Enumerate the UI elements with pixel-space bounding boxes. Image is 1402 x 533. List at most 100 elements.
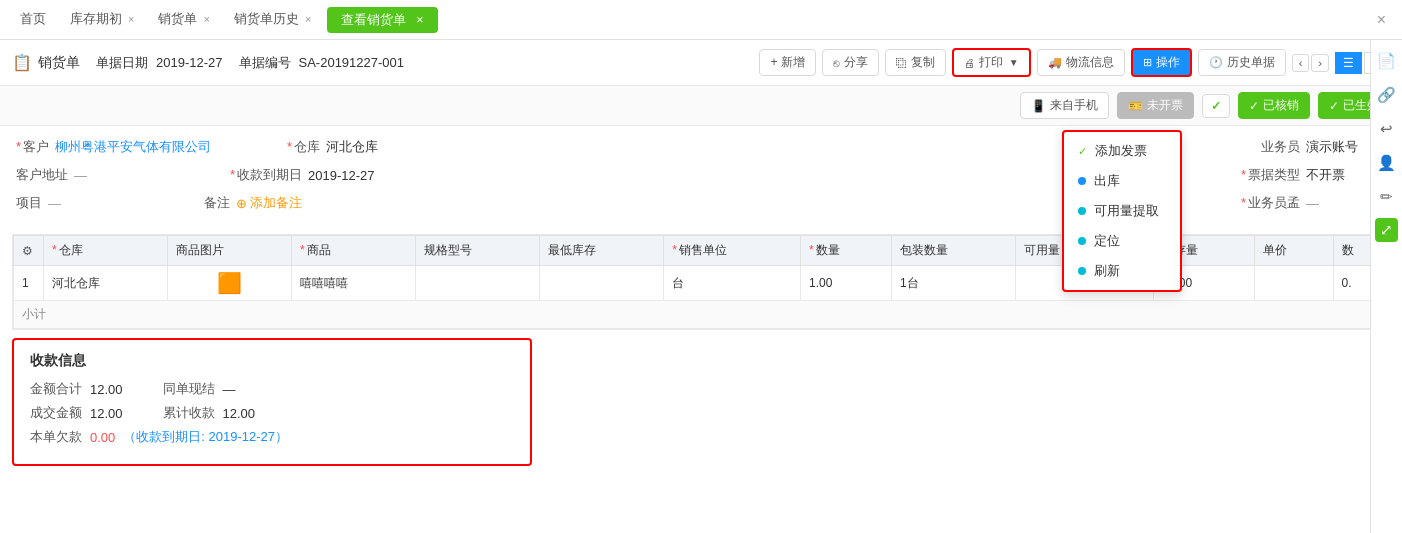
transaction-label: 成交金额	[30, 404, 82, 422]
sidebar-user-icon[interactable]: 👤	[1373, 150, 1400, 176]
share-button[interactable]: ⎋ 分享	[822, 49, 879, 76]
tab-inventory-close[interactable]: ×	[128, 13, 134, 25]
print-label: 打印	[979, 54, 1003, 71]
sidebar-return-icon[interactable]: ↩	[1376, 116, 1397, 142]
check-icon: ✓	[1211, 99, 1221, 113]
history-button[interactable]: 🕐 历史单据	[1198, 49, 1286, 76]
list-view-btn[interactable]: ☰	[1335, 52, 1362, 74]
window-close-button[interactable]: ×	[1369, 11, 1394, 29]
copy-icon: ⿻	[896, 57, 907, 69]
col-sales-unit: 销售单位	[664, 236, 801, 266]
action-bar: 📱 来自手机 🎫 未开票 ✓ ✓ 已核销 ✓ 已生效	[0, 86, 1402, 126]
view-sales-order-close[interactable]: ×	[416, 12, 424, 27]
available-qty-icon	[1078, 207, 1086, 215]
add-invoice-icon: ✓	[1078, 145, 1087, 158]
doc-date-meta: 单据日期 2019-12-27	[96, 54, 223, 72]
row-min-stock	[540, 266, 664, 301]
tab-history-close[interactable]: ×	[305, 13, 311, 25]
add-invoice-item[interactable]: ✓ 添加发票	[1064, 136, 1180, 166]
add-note-icon: ⊕	[236, 196, 247, 211]
verified-btn[interactable]: ✓ 已核销	[1238, 92, 1310, 119]
row-no: 1	[14, 266, 44, 301]
payment-row-3: 本单欠款 0.00 （收款到期日: 2019-12-27）	[30, 428, 514, 446]
add-label: + 新增	[770, 54, 804, 71]
transaction-value: 12.00	[90, 406, 123, 421]
total-value: 12.00	[90, 382, 123, 397]
add-invoice-label: 添加发票	[1095, 142, 1147, 160]
from-mobile-label: 来自手机	[1050, 97, 1098, 114]
add-button[interactable]: + 新增	[759, 49, 815, 76]
available-qty-item[interactable]: 可用量提取	[1064, 196, 1180, 226]
effective-icon: ✓	[1329, 99, 1339, 113]
available-qty-label: 可用量提取	[1094, 202, 1159, 220]
project-value: —	[48, 196, 128, 211]
copy-button[interactable]: ⿻ 复制	[885, 49, 946, 76]
sidebar-doc-icon[interactable]: 📄	[1373, 48, 1400, 74]
locate-item[interactable]: 定位	[1064, 226, 1180, 256]
copy-label: 复制	[911, 54, 935, 71]
warehouse-value: 河北仓库	[326, 138, 406, 156]
logistics-button[interactable]: 🚚 物流信息	[1037, 49, 1125, 76]
view-sales-order-tab[interactable]: 查看销货单 ×	[327, 7, 437, 33]
biz-staff-label: 业务员孟	[1241, 194, 1300, 212]
col-pack-qty: 包装数量	[892, 236, 1016, 266]
print-button[interactable]: 🖨 打印 ▼	[952, 48, 1031, 77]
doc-no-value: SA-20191227-001	[299, 55, 405, 70]
product-table: ⚙ 仓库 商品图片 商品 规格型号 最低库存 销售单位 数量 包装数量 可用量 …	[13, 235, 1389, 329]
next-arrow[interactable]: ›	[1311, 54, 1329, 72]
col-min-stock: 最低库存	[540, 236, 664, 266]
from-mobile-btn[interactable]: 📱 来自手机	[1020, 92, 1109, 119]
ticket-icon: 🎫	[1128, 99, 1143, 113]
prev-arrow[interactable]: ‹	[1292, 54, 1310, 72]
payment-row-2: 成交金额 12.00 累计收款 12.00	[30, 404, 514, 422]
locate-label: 定位	[1094, 232, 1120, 250]
doc-header: 📋 销货单 单据日期 2019-12-27 单据编号 SA-20191227-0…	[0, 40, 1402, 86]
locate-icon	[1078, 237, 1086, 245]
table-row: 1 河北仓库 🟧 嘻嘻嘻嘻 台 1.00 1台 12.00 0.	[14, 266, 1389, 301]
view-sales-order-label: 查看销货单	[341, 12, 406, 27]
refresh-item[interactable]: 刷新	[1064, 256, 1180, 286]
product-image-icon: 🟧	[217, 272, 242, 294]
tab-home[interactable]: 首页	[8, 0, 58, 40]
mobile-icon: 📱	[1031, 99, 1046, 113]
doc-date-label: 单据日期	[96, 54, 148, 72]
row-quantity: 1.00	[801, 266, 892, 301]
tab-sales-close[interactable]: ×	[203, 13, 209, 25]
tab-sales-history[interactable]: 销货单历史 ×	[222, 0, 323, 40]
subtotal-row: 小计	[14, 301, 1389, 329]
customer-value[interactable]: 柳州粤港平安气体有限公司	[55, 138, 211, 156]
total-label: 金额合计	[30, 380, 82, 398]
project-label: 项目	[16, 194, 42, 212]
print-dropdown-icon: ▼	[1009, 57, 1019, 68]
row-sales-unit: 台	[664, 266, 801, 301]
row-image: 🟧	[168, 266, 292, 301]
biz-staff-field: 业务员孟 —	[1241, 194, 1386, 212]
settings-icon[interactable]: ⚙	[22, 244, 33, 258]
tab-inventory-init[interactable]: 库存期初 ×	[58, 0, 146, 40]
check-icon-btn[interactable]: ✓	[1202, 94, 1230, 118]
sidebar-edit-icon[interactable]: ✏	[1376, 184, 1397, 210]
project-field: 项目 —	[16, 194, 128, 212]
not-opened-btn[interactable]: 🎫 未开票	[1117, 92, 1194, 119]
doc-title-area: 📋 销货单	[12, 53, 80, 72]
cumulative-value: 12.00	[223, 406, 256, 421]
ship-out-item[interactable]: 出库	[1064, 166, 1180, 196]
tab-inventory-label: 库存期初	[70, 10, 122, 28]
row-product: 嘻嘻嘻嘻	[292, 266, 416, 301]
tab-sales-order[interactable]: 销货单 ×	[146, 0, 221, 40]
warehouse-field: 仓库 河北仓库	[287, 138, 406, 156]
operations-button[interactable]: ⊞ 操作	[1131, 48, 1192, 77]
address-value: —	[74, 168, 154, 183]
main-content: 📋 销货单 单据日期 2019-12-27 单据编号 SA-20191227-0…	[0, 40, 1402, 533]
sidebar-link-icon[interactable]: 🔗	[1373, 82, 1400, 108]
row-pack-qty: 1台	[892, 266, 1016, 301]
add-note-button[interactable]: ⊕ 添加备注	[236, 194, 302, 212]
verified-label: 已核销	[1263, 97, 1299, 114]
history-label: 历史单据	[1227, 54, 1275, 71]
row-spec	[416, 266, 540, 301]
note-label: 备注	[204, 194, 230, 212]
same-order-value: —	[223, 382, 236, 397]
not-opened-label: 未开票	[1147, 97, 1183, 114]
col-settings[interactable]: ⚙	[14, 236, 44, 266]
sidebar-expand-icon[interactable]: ⤢	[1375, 218, 1398, 242]
